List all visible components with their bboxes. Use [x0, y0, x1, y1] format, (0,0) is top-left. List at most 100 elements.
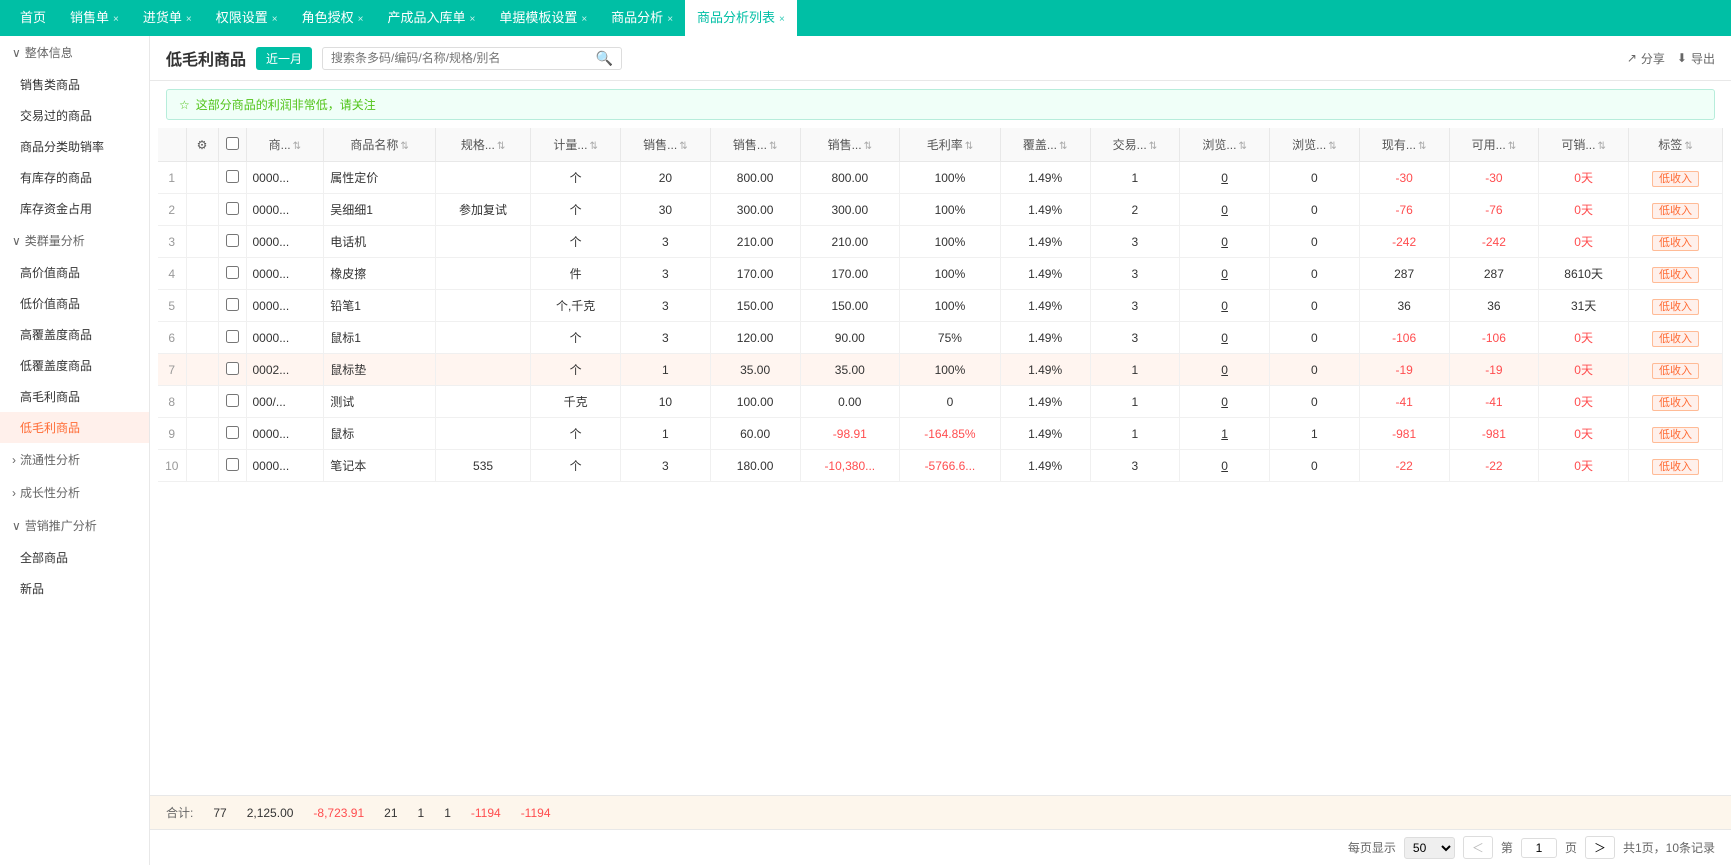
name-col-header[interactable]: 商品名称⇅	[324, 128, 436, 162]
sidebar-item-sales-products[interactable]: 销售类商品	[0, 69, 149, 100]
page-input[interactable]	[1521, 838, 1557, 858]
sidebar-group-flow[interactable]: › 流通性分析	[0, 443, 149, 476]
tag-col-header[interactable]: 标签⇅	[1629, 128, 1723, 162]
row-view1[interactable]: 0	[1180, 226, 1270, 258]
sidebar-item-high-gross[interactable]: 高毛利商品	[0, 381, 149, 412]
row-settings[interactable]	[186, 226, 218, 258]
sales-profit-col-header[interactable]: 销售...⇅	[800, 128, 900, 162]
row-select-checkbox[interactable]	[226, 266, 239, 279]
close-icon[interactable]: ×	[113, 14, 119, 25]
sales-qty-col-header[interactable]: 销售...⇅	[621, 128, 711, 162]
spec-col-header[interactable]: 规格...⇅	[435, 128, 530, 162]
row-select-checkbox[interactable]	[226, 458, 239, 471]
row-select-checkbox[interactable]	[226, 298, 239, 311]
row-select-checkbox[interactable]	[226, 202, 239, 215]
sidebar-item-stock-capital[interactable]: 库存资金占用	[0, 193, 149, 224]
sidebar-group-overall[interactable]: ∨ 整体信息	[0, 36, 149, 69]
cover-rate-col-header[interactable]: 覆盖...⇅	[1000, 128, 1090, 162]
view2-col-header[interactable]: 浏览...⇅	[1270, 128, 1360, 162]
sidebar-group-growth[interactable]: › 成长性分析	[0, 476, 149, 509]
row-select-checkbox[interactable]	[226, 394, 239, 407]
export-button[interactable]: ⬇ 导出	[1677, 50, 1715, 67]
sidebar-item-traded-products[interactable]: 交易过的商品	[0, 100, 149, 131]
row-settings[interactable]	[186, 258, 218, 290]
settings-col-header[interactable]: ⚙	[186, 128, 218, 162]
row-view1[interactable]: 0	[1180, 290, 1270, 322]
row-checkbox[interactable]	[218, 450, 246, 482]
row-settings[interactable]	[186, 418, 218, 450]
search-icon[interactable]: 🔍	[596, 50, 613, 67]
nav-purchase[interactable]: 进货单×	[131, 0, 204, 36]
search-input[interactable]	[331, 51, 596, 65]
row-select-checkbox[interactable]	[226, 330, 239, 343]
close-icon[interactable]: ×	[272, 14, 278, 25]
row-view1[interactable]: 1	[1180, 418, 1270, 450]
row-settings[interactable]	[186, 450, 218, 482]
per-page-select[interactable]: 50 20 100	[1404, 837, 1455, 859]
row-view1[interactable]: 0	[1180, 258, 1270, 290]
sidebar-item-category-rate[interactable]: 商品分类助销率	[0, 131, 149, 162]
close-icon[interactable]: ×	[469, 14, 475, 25]
prev-page-button[interactable]: ＜	[1463, 836, 1493, 859]
share-button[interactable]: ↗ 分享	[1627, 50, 1665, 67]
row-checkbox[interactable]	[218, 226, 246, 258]
sidebar-item-low-value[interactable]: 低价值商品	[0, 288, 149, 319]
nav-permissions[interactable]: 权限设置×	[204, 0, 290, 36]
close-icon[interactable]: ×	[358, 14, 364, 25]
available-stock-col-header[interactable]: 可用...⇅	[1449, 128, 1539, 162]
nav-products[interactable]: 产成品入库单×	[375, 0, 487, 36]
row-view1[interactable]: 0	[1180, 322, 1270, 354]
sales-amount-col-header[interactable]: 销售...⇅	[710, 128, 800, 162]
row-settings[interactable]	[186, 290, 218, 322]
row-checkbox[interactable]	[218, 418, 246, 450]
row-checkbox[interactable]	[218, 290, 246, 322]
view1-col-header[interactable]: 浏览...⇅	[1180, 128, 1270, 162]
row-select-checkbox[interactable]	[226, 234, 239, 247]
row-view1[interactable]: 0	[1180, 162, 1270, 194]
nav-templates[interactable]: 单据模板设置×	[487, 0, 599, 36]
trade-count-col-header[interactable]: 交易...⇅	[1090, 128, 1180, 162]
row-checkbox[interactable]	[218, 354, 246, 386]
row-checkbox[interactable]	[218, 386, 246, 418]
row-view1[interactable]: 0	[1180, 450, 1270, 482]
row-checkbox[interactable]	[218, 258, 246, 290]
row-settings[interactable]	[186, 354, 218, 386]
nav-sales[interactable]: 销售单×	[58, 0, 131, 36]
nav-analysis[interactable]: 商品分析×	[599, 0, 685, 36]
row-settings[interactable]	[186, 162, 218, 194]
next-page-button[interactable]: ＞	[1585, 836, 1615, 859]
close-icon[interactable]: ×	[667, 14, 673, 25]
row-settings[interactable]	[186, 194, 218, 226]
date-filter-button[interactable]: 近一月	[256, 47, 312, 70]
nav-roles[interactable]: 角色授权×	[290, 0, 376, 36]
sidebar-item-all-products[interactable]: 全部商品	[0, 542, 149, 573]
row-view1[interactable]: 0	[1180, 386, 1270, 418]
row-checkbox[interactable]	[218, 194, 246, 226]
row-select-checkbox[interactable]	[226, 426, 239, 439]
sidebar-item-high-value[interactable]: 高价值商品	[0, 257, 149, 288]
gross-rate-col-header[interactable]: 毛利率⇅	[900, 128, 1001, 162]
sellable-days-col-header[interactable]: 可销...⇅	[1539, 128, 1629, 162]
sidebar-item-stock-products[interactable]: 有库存的商品	[0, 162, 149, 193]
current-stock-col-header[interactable]: 现有...⇅	[1359, 128, 1449, 162]
row-checkbox[interactable]	[218, 322, 246, 354]
row-settings[interactable]	[186, 322, 218, 354]
code-col-header[interactable]: 商...⇅	[246, 128, 324, 162]
unit-col-header[interactable]: 计量...⇅	[531, 128, 621, 162]
select-all-checkbox[interactable]	[226, 137, 239, 150]
row-view1[interactable]: 0	[1180, 194, 1270, 226]
nav-home[interactable]: 首页	[8, 0, 58, 36]
close-icon[interactable]: ×	[581, 14, 587, 25]
close-icon[interactable]: ×	[779, 14, 785, 25]
sidebar-item-high-cover[interactable]: 高覆盖度商品	[0, 319, 149, 350]
row-view1[interactable]: 0	[1180, 354, 1270, 386]
nav-analysis-list[interactable]: 商品分析列表×	[685, 0, 797, 36]
sidebar-item-low-cover[interactable]: 低覆盖度商品	[0, 350, 149, 381]
sidebar-item-new-products[interactable]: 新品	[0, 573, 149, 604]
row-select-checkbox[interactable]	[226, 362, 239, 375]
row-select-checkbox[interactable]	[226, 170, 239, 183]
row-checkbox[interactable]	[218, 162, 246, 194]
close-icon[interactable]: ×	[186, 14, 192, 25]
row-settings[interactable]	[186, 386, 218, 418]
sidebar-group-marketing[interactable]: ∨ 营销推广分析	[0, 509, 149, 542]
